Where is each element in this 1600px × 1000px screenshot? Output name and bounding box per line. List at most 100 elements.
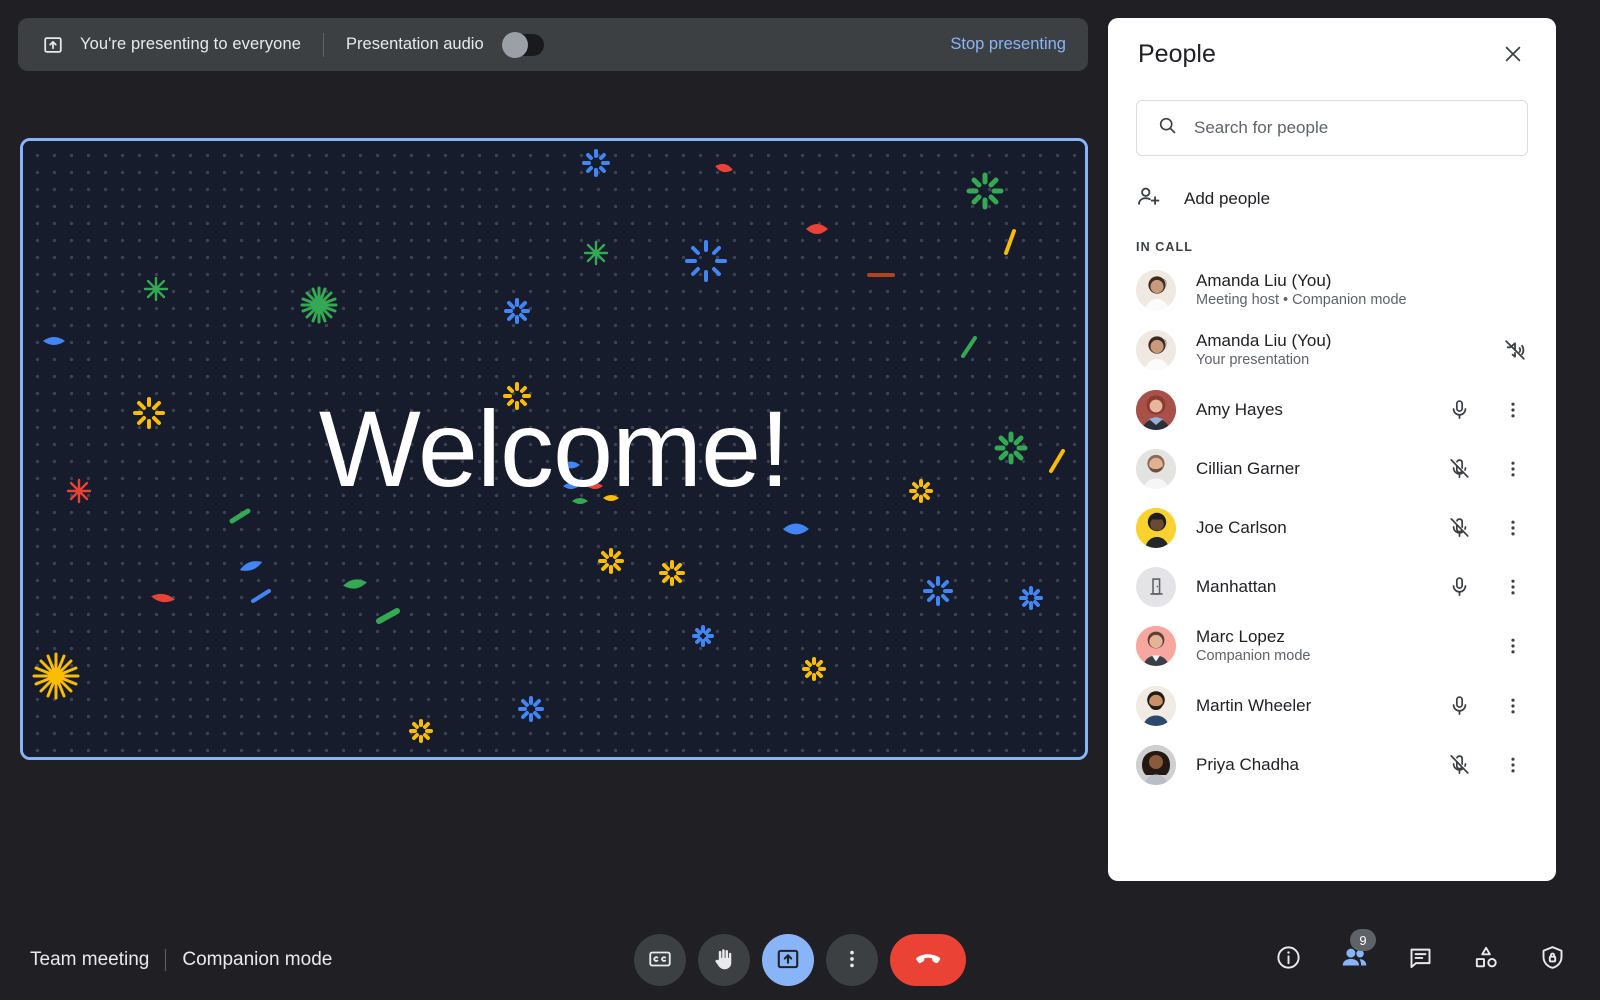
list-item[interactable]: Amy Hayes [1108, 380, 1556, 439]
list-item[interactable]: Joe Carlson [1108, 498, 1556, 557]
shield-lock-icon [1539, 944, 1566, 976]
presenting-status-text: You're presenting to everyone [80, 35, 302, 53]
people-count-badge: 9 [1350, 929, 1376, 951]
raise-hand-button[interactable] [698, 934, 750, 986]
list-item[interactable]: Martin Wheeler [1108, 676, 1556, 735]
participant-name: Cillian Garner [1196, 458, 1300, 478]
avatar [1136, 389, 1176, 430]
participant-name: Priya Chadha [1196, 754, 1300, 774]
participant-info: Marc Lopez Companion mode [1196, 626, 1476, 667]
participant-info: Cillian Garner [1196, 458, 1422, 479]
avatar [1136, 566, 1176, 607]
avatar [1136, 685, 1176, 726]
participant-info: Manhattan [1196, 576, 1422, 597]
avatar [1136, 507, 1176, 548]
speaker-off-icon[interactable] [1500, 333, 1530, 367]
avatar [1136, 270, 1176, 310]
close-icon[interactable] [1498, 39, 1528, 69]
list-item[interactable]: Cillian Garner [1108, 439, 1556, 498]
activities-icon [1473, 944, 1500, 976]
more-vert-icon[interactable] [1496, 393, 1530, 427]
more-vert-icon[interactable] [1496, 629, 1530, 663]
bottom-toolbar: Team meeting Companion mode 9 [0, 920, 1600, 1000]
more-vert-icon[interactable] [1496, 452, 1530, 486]
participant-subtitle: Meeting host • Companion mode [1196, 291, 1407, 308]
participant-name: Amanda Liu (You) [1196, 330, 1332, 350]
panel-controls: 9 [1266, 929, 1574, 982]
add-people-button[interactable]: Add people [1108, 168, 1556, 230]
people-panel: People Add people IN CALL [1108, 18, 1556, 881]
host-controls-button[interactable] [1530, 938, 1574, 982]
call-end-icon [912, 943, 944, 978]
slide-headline: Welcome! [318, 388, 790, 509]
participant-info: Joe Carlson [1196, 517, 1422, 538]
captions-button[interactable] [634, 934, 686, 986]
more-options-button[interactable] [826, 934, 878, 986]
closed-caption-icon [647, 946, 673, 975]
people-panel-header: People [1108, 18, 1556, 90]
participant-name: Martin Wheeler [1196, 695, 1312, 715]
presentation-slide: Welcome! [23, 141, 1085, 757]
person-add-icon [1136, 184, 1162, 215]
meeting-info-text: Team meeting Companion mode [30, 949, 332, 971]
participant-name: Joe Carlson [1196, 517, 1287, 537]
presentation-audio-toggle[interactable] [501, 31, 544, 58]
activities-button[interactable] [1464, 938, 1508, 982]
participant-name: Manhattan [1196, 576, 1277, 596]
participant-info: Priya Chadha [1196, 754, 1422, 775]
stop-presenting-button[interactable]: Stop presenting [950, 35, 1066, 54]
mic-on-icon[interactable] [1442, 689, 1476, 723]
participant-info: Amanda Liu (You) Meeting host • Companio… [1196, 270, 1476, 311]
search-input[interactable] [1194, 118, 1507, 138]
more-vert-icon[interactable] [1496, 689, 1530, 723]
list-item[interactable]: Amanda Liu (You) Your presentation [1108, 320, 1556, 380]
list-item[interactable]: Amanda Liu (You) Meeting host • Companio… [1108, 260, 1556, 320]
mic-on-icon[interactable] [1442, 393, 1476, 427]
row-action-spacer [1496, 273, 1530, 307]
banner-divider [323, 32, 325, 57]
avatar [1136, 744, 1176, 785]
participant-list: Amanda Liu (You) Meeting host • Companio… [1108, 260, 1556, 881]
toggle-knob [501, 31, 528, 58]
participant-subtitle: Companion mode [1196, 647, 1311, 664]
mic-on-icon[interactable] [1442, 570, 1476, 604]
participant-info: Amy Hayes [1196, 399, 1422, 420]
search-icon [1157, 115, 1178, 141]
avatar [1136, 330, 1176, 370]
search-input-wrapper[interactable] [1136, 100, 1528, 156]
mic-off-icon[interactable] [1442, 511, 1476, 545]
people-button[interactable]: 9 [1332, 929, 1376, 982]
meeting-details-button[interactable] [1266, 938, 1310, 982]
more-vert-icon [841, 948, 863, 973]
avatar [1136, 626, 1176, 666]
presentation-stage-frame[interactable]: Welcome! [20, 138, 1088, 760]
in-call-section-label: IN CALL [1136, 240, 1193, 254]
add-people-label: Add people [1184, 189, 1271, 208]
raise-hand-icon [711, 946, 737, 975]
present-to-all-icon [775, 946, 801, 975]
presentation-audio-label: Presentation audio [346, 35, 484, 53]
companion-mode-label: Companion mode [182, 949, 333, 970]
participant-info: Amanda Liu (You) Your presentation [1196, 330, 1480, 371]
present-to-all-icon [40, 32, 66, 58]
meeting-room-icon [1149, 578, 1163, 595]
more-vert-icon[interactable] [1496, 511, 1530, 545]
people-panel-title: People [1138, 39, 1216, 68]
more-vert-icon[interactable] [1496, 748, 1530, 782]
participant-subtitle: Your presentation [1196, 351, 1310, 368]
more-vert-icon[interactable] [1496, 570, 1530, 604]
bottombar-divider [165, 949, 167, 971]
chat-button[interactable] [1398, 938, 1442, 982]
avatar [1136, 448, 1176, 489]
list-item[interactable]: Marc Lopez Companion mode [1108, 616, 1556, 676]
mic-off-icon[interactable] [1442, 748, 1476, 782]
leave-call-button[interactable] [890, 934, 966, 986]
mic-off-icon[interactable] [1442, 452, 1476, 486]
presenting-banner: You're presenting to everyone Presentati… [18, 18, 1088, 71]
present-now-button[interactable] [762, 934, 814, 986]
meeting-name: Team meeting [30, 949, 150, 970]
participant-name: Amy Hayes [1196, 399, 1283, 419]
participant-name: Marc Lopez [1196, 626, 1285, 646]
list-item[interactable]: Priya Chadha [1108, 735, 1556, 794]
list-item[interactable]: Manhattan [1108, 557, 1556, 616]
